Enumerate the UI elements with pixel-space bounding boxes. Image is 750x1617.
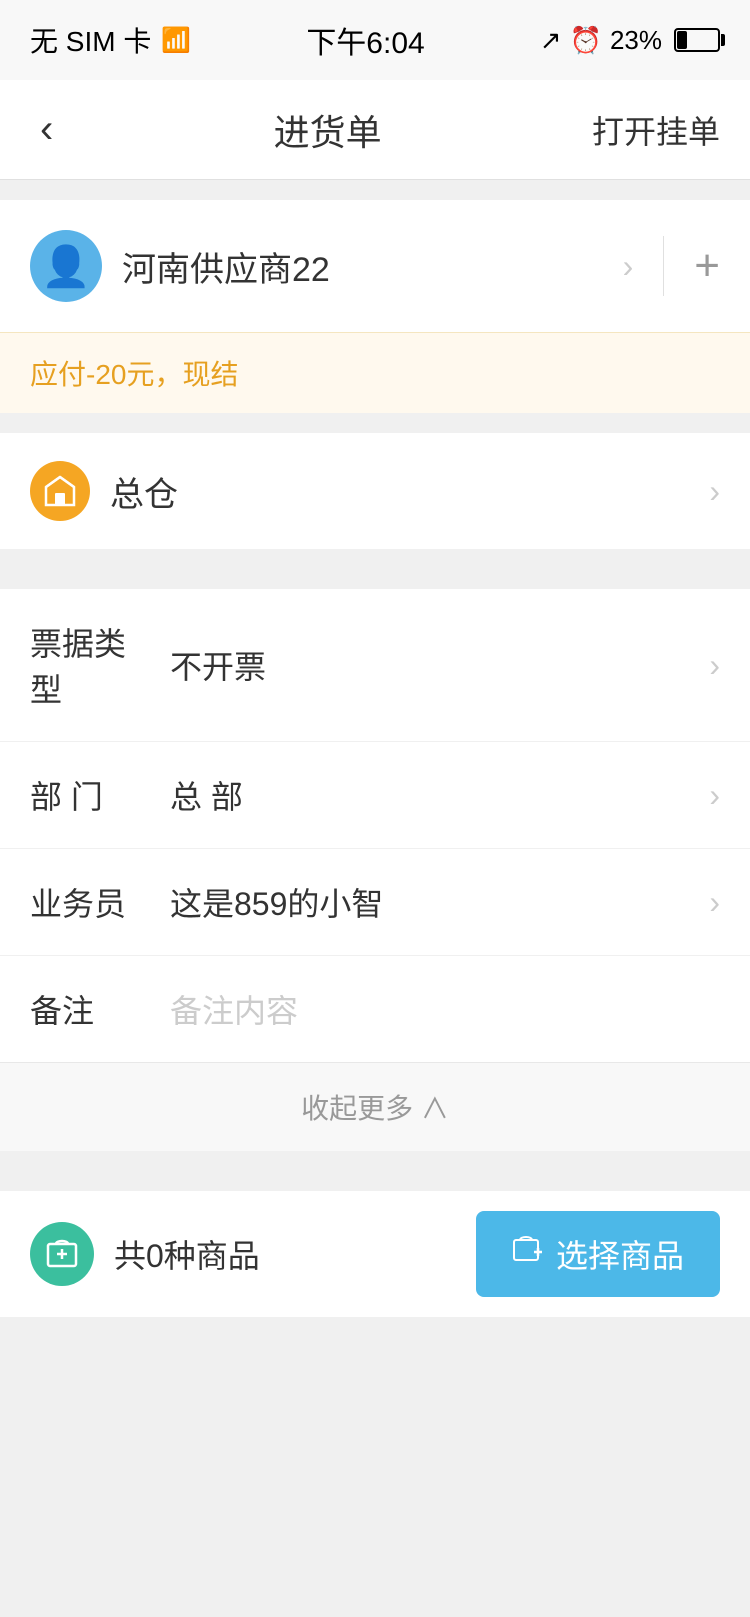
alarm-icon: ⏰: [570, 25, 602, 56]
wifi-icon: 📶: [161, 26, 191, 55]
invoice-type-label: 票据类型: [30, 619, 150, 711]
goods-count: 共0种商品: [114, 1231, 476, 1277]
supplier-chevron-icon: ›: [623, 248, 634, 285]
status-left: 无 SIM 卡 📶: [30, 20, 191, 60]
carrier-text: 无 SIM 卡: [30, 20, 151, 60]
salesperson-value: 这是859的小智: [170, 879, 709, 925]
alert-text: 应付-20元，现结: [30, 359, 238, 390]
back-button[interactable]: ‹: [30, 97, 63, 162]
bottom-bar: 共0种商品 选择商品: [0, 1191, 750, 1317]
add-button[interactable]: +: [694, 241, 720, 291]
warehouse-chevron-icon: ›: [709, 473, 720, 510]
battery-icon: [674, 28, 720, 52]
status-right: ↗ ⏰ 23%: [540, 25, 720, 56]
status-bar: 无 SIM 卡 📶 下午6:04 ↗ ⏰ 23%: [0, 0, 750, 80]
collapse-button[interactable]: 收起更多 ∧: [0, 1062, 750, 1151]
department-value: 总 部: [170, 772, 709, 818]
remark-placeholder[interactable]: 备注内容: [170, 986, 720, 1032]
warehouse-icon: [30, 461, 90, 521]
remark-label: 备注: [30, 986, 150, 1032]
goods-icon: [30, 1222, 94, 1286]
salesperson-chevron-icon: ›: [709, 884, 720, 921]
form-section: 票据类型 不开票 › 部 门 总 部 › 业务员 这是859的小智 › 备注 备…: [0, 589, 750, 1062]
supplier-name: 河南供应商22: [122, 242, 623, 291]
open-pending-button[interactable]: 打开挂单: [592, 107, 720, 153]
form-divider: [0, 549, 750, 569]
select-goods-button[interactable]: 选择商品: [476, 1211, 720, 1297]
invoice-type-row[interactable]: 票据类型 不开票 ›: [0, 589, 750, 742]
warehouse-label: 总仓: [110, 467, 709, 516]
supplier-section: 👤 河南供应商22 › + 应付-20元，现结: [0, 200, 750, 413]
bottom-divider: [0, 1151, 750, 1171]
avatar-icon: 👤: [41, 243, 91, 290]
salesperson-label: 业务员: [30, 879, 150, 925]
department-row[interactable]: 部 门 总 部 ›: [0, 742, 750, 849]
supplier-divider: [663, 236, 664, 296]
remark-row[interactable]: 备注 备注内容: [0, 956, 750, 1062]
warehouse-row[interactable]: 总仓 ›: [0, 433, 750, 549]
bottom-fill: [0, 1317, 750, 1617]
mid-divider: [0, 413, 750, 433]
supplier-avatar: 👤: [30, 230, 102, 302]
top-divider: [0, 180, 750, 200]
supplier-row[interactable]: 👤 河南供应商22 › +: [0, 200, 750, 332]
page-title: 进货单: [274, 104, 382, 156]
department-chevron-icon: ›: [709, 777, 720, 814]
warehouse-section: 总仓 ›: [0, 433, 750, 549]
select-goods-label: 选择商品: [556, 1231, 684, 1277]
battery-text: 23%: [610, 25, 662, 56]
invoice-type-value: 不开票: [170, 642, 709, 688]
salesperson-row[interactable]: 业务员 这是859的小智 ›: [0, 849, 750, 956]
nav-bar: ‹ 进货单 打开挂单: [0, 80, 750, 180]
invoice-chevron-icon: ›: [709, 647, 720, 684]
status-time: 下午6:04: [306, 18, 424, 62]
alert-banner: 应付-20元，现结: [0, 332, 750, 413]
department-label: 部 门: [30, 772, 150, 818]
location-icon: ↗: [540, 25, 562, 56]
collapse-label: 收起更多 ∧: [301, 1087, 449, 1127]
select-goods-icon: [512, 1234, 544, 1274]
